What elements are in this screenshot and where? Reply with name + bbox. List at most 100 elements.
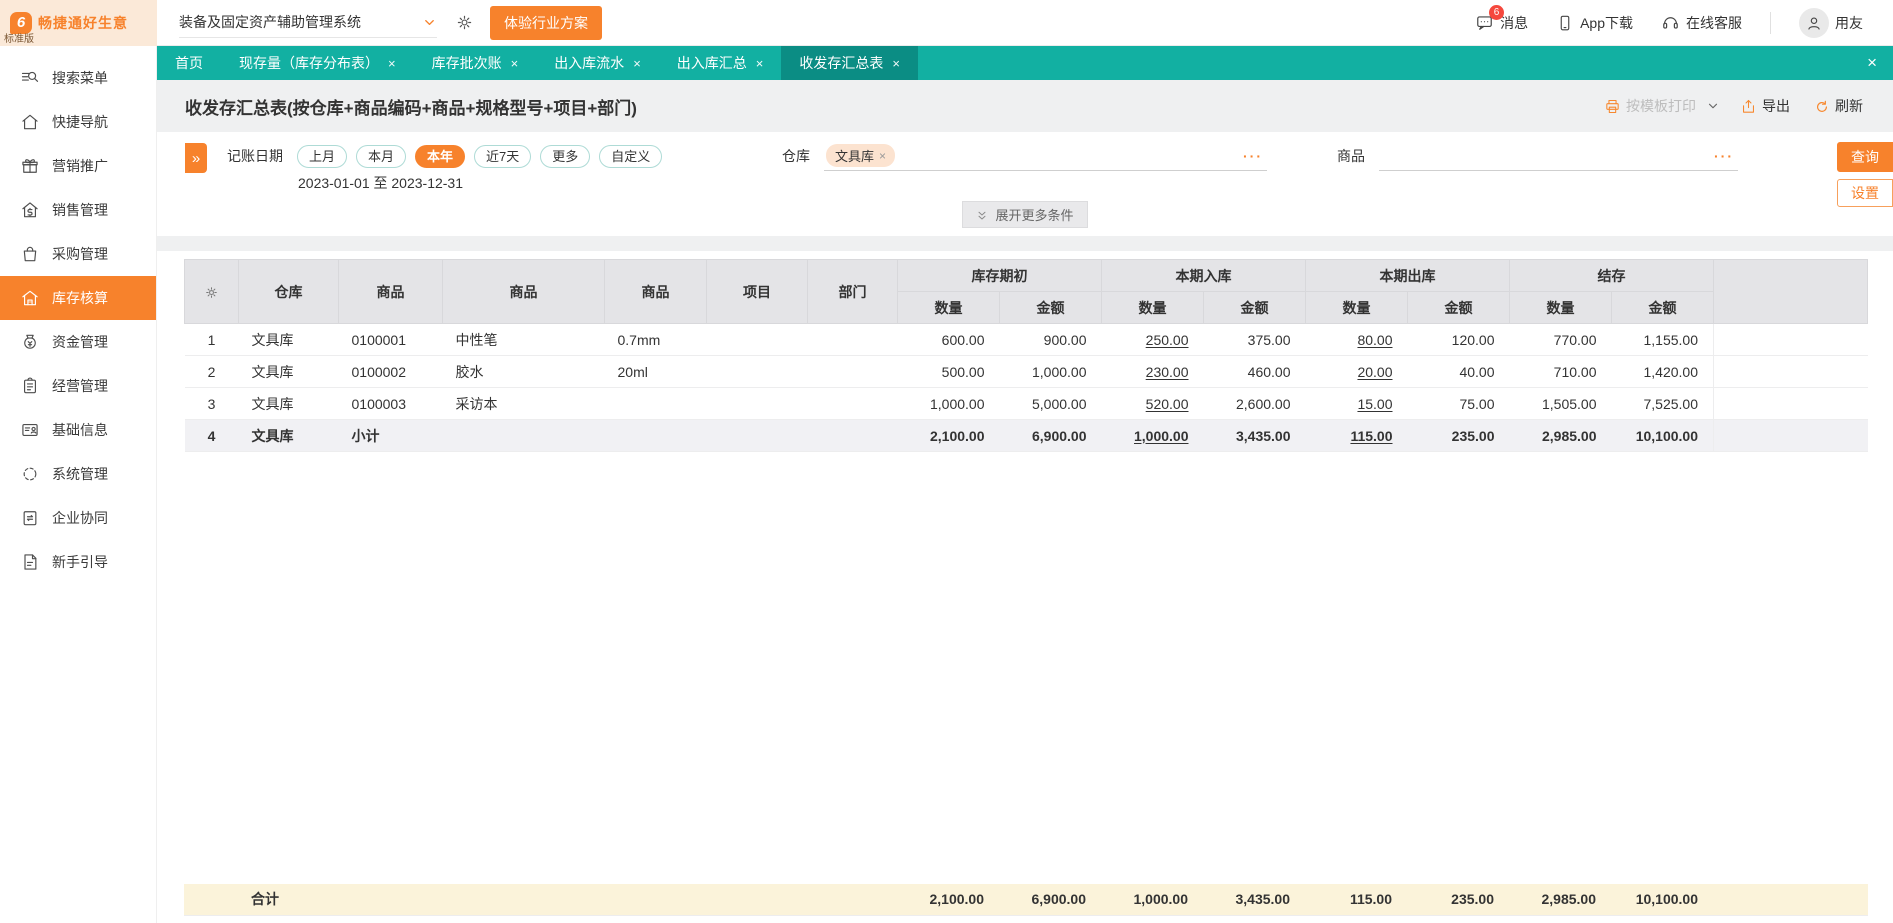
column-header[interactable]: 仓库 [238, 259, 339, 324]
column-settings-icon[interactable] [184, 259, 239, 324]
tab-6[interactable]: 收发存汇总表 × [781, 46, 918, 80]
value-cell[interactable]: 15.00 [1305, 387, 1408, 420]
total-value: 3,435.00 [1203, 883, 1305, 916]
sidebar-item-1[interactable]: 搜索菜单 [0, 56, 156, 100]
value-cell[interactable]: 230.00 [1101, 355, 1204, 388]
online-support-button[interactable]: 在线客服 [1661, 13, 1742, 33]
tab-4[interactable]: 出入库流水 × [536, 46, 659, 80]
drilldown-link[interactable]: 80.00 [1357, 332, 1392, 348]
sidebar-item-11[interactable]: 企业协同 [0, 496, 156, 540]
sidebar-item-4[interactable]: 销售管理 [0, 188, 156, 232]
sub-header[interactable]: 数量 [1101, 291, 1204, 324]
warehouse-input[interactable]: 文具库 × ··· [824, 144, 1267, 171]
date-pill-4[interactable]: 近7天 [474, 144, 532, 168]
sidebar-item-9[interactable]: 基础信息 [0, 408, 156, 452]
chevron-down-icon [1708, 103, 1718, 109]
tab-2[interactable]: 现存量（库存分布表） × [221, 46, 414, 80]
tab-close-icon[interactable]: × [756, 56, 764, 71]
sub-header[interactable]: 金额 [1203, 291, 1306, 324]
sidebar-item-label: 经营管理 [52, 378, 108, 394]
sidebar-item-7[interactable]: 资金管理 [0, 320, 156, 364]
sub-header[interactable]: 金额 [1611, 291, 1714, 324]
tab-close-icon[interactable]: × [633, 56, 641, 71]
gear-icon[interactable] [455, 13, 474, 32]
value-cell[interactable]: 520.00 [1101, 387, 1204, 420]
value-cell[interactable]: 250.00 [1101, 323, 1204, 356]
sidebar-item-12[interactable]: 新手引导 [0, 540, 156, 584]
value-cell: 900.00 [999, 323, 1102, 356]
sidebar-item-2[interactable]: 快捷导航 [0, 100, 156, 144]
sub-header[interactable]: 数量 [1305, 291, 1408, 324]
sidebar-item-8[interactable]: 经营管理 [0, 364, 156, 408]
print-by-template-button[interactable]: 按模板打印 [1604, 96, 1696, 116]
expand-more-conditions-button[interactable]: 展开更多条件 [962, 201, 1088, 228]
messages-button[interactable]: 消息 6 [1475, 4, 1528, 33]
system-select-dropdown[interactable]: 装备及固定资产辅助管理系统 [179, 8, 437, 38]
table-row-subtotal[interactable]: 4 文具库 小计 2,100.00 6,900.00 1,000.00 3,435.00 11… [184, 419, 1868, 452]
drilldown-link[interactable]: 115.00 [1350, 428, 1392, 444]
avatar [1799, 7, 1829, 38]
value-cell[interactable]: 115.00 [1305, 419, 1408, 452]
total-value: 2,100.00 [897, 883, 999, 916]
tab-bar: 首页 现存量（库存分布表） × 库存批次账 × 出入库流水 × 出入库汇总 × 收发存汇总表 × × [157, 46, 1893, 80]
date-pill-5[interactable]: 更多 [540, 144, 591, 168]
sub-header[interactable]: 数量 [1509, 291, 1612, 324]
print-options-chevron-icon[interactable] [1706, 99, 1720, 113]
date-range-value[interactable]: 2023-01-01 至 2023-12-31 [298, 173, 782, 193]
tab-close-icon[interactable]: × [892, 56, 900, 71]
cell: 0100003 [338, 387, 443, 420]
column-header[interactable]: 部门 [807, 259, 898, 324]
column-header[interactable]: 商品 [442, 259, 605, 324]
product-picker-ellipsis-icon[interactable]: ··· [1714, 149, 1734, 163]
sidebar-item-5[interactable]: 采购管理 [0, 232, 156, 276]
product-input[interactable]: ··· [1379, 144, 1738, 171]
value-cell: 3,435.00 [1203, 419, 1306, 452]
filler-cell [1713, 419, 1868, 452]
app-download-button[interactable]: App下载 [1556, 13, 1633, 33]
value-cell[interactable]: 80.00 [1305, 323, 1408, 356]
date-pill-6[interactable]: 自定义 [599, 144, 663, 168]
sidebar-item-10[interactable]: 系统管理 [0, 452, 156, 496]
tab-3[interactable]: 库存批次账 × [414, 46, 537, 80]
sub-header[interactable]: 数量 [897, 291, 1000, 324]
logo[interactable]: 6 畅捷通好生意 标准版 [0, 0, 157, 46]
sidebar-item-3[interactable]: 营销推广 [0, 144, 156, 188]
value-cell: 2,985.00 [1509, 419, 1612, 452]
close-all-tabs-button[interactable]: × [1851, 46, 1893, 80]
query-button[interactable]: 查询 [1837, 142, 1893, 172]
column-header[interactable]: 项目 [706, 259, 808, 324]
drilldown-link[interactable]: 1,000.00 [1134, 428, 1189, 444]
settings-button[interactable]: 设置 [1837, 179, 1893, 207]
warehouse-picker-ellipsis-icon[interactable]: ··· [1243, 149, 1263, 163]
drilldown-link[interactable]: 15.00 [1357, 396, 1392, 412]
value-cell[interactable]: 20.00 [1305, 355, 1408, 388]
date-pill-3[interactable]: 本年 [415, 144, 466, 168]
sidebar-item-6[interactable]: 库存核算 [0, 276, 156, 320]
date-pill-1[interactable]: 上月 [297, 144, 348, 168]
tab-label: 现存量（库存分布表） [239, 55, 379, 71]
drilldown-link[interactable]: 250.00 [1146, 332, 1189, 348]
table-row[interactable]: 3 文具库 0100003 采访本 1,000.00 5,000.00 520.00 2,60… [184, 387, 1868, 420]
refresh-button[interactable]: 刷新 [1814, 96, 1863, 116]
tab-5[interactable]: 出入库汇总 × [659, 46, 782, 80]
tab-1[interactable]: 首页 [157, 46, 221, 80]
drilldown-link[interactable]: 230.00 [1146, 364, 1189, 380]
sub-header[interactable]: 金额 [999, 291, 1102, 324]
tab-close-icon[interactable]: × [511, 56, 519, 71]
column-header[interactable]: 商品 [604, 259, 707, 324]
export-button[interactable]: 导出 [1740, 96, 1790, 116]
table-row[interactable]: 2 文具库 0100002 胶水 20ml 500.00 1,000.00 230.00 460… [184, 355, 1868, 388]
date-pill-2[interactable]: 本月 [356, 144, 407, 168]
sub-header[interactable]: 金额 [1407, 291, 1510, 324]
user-menu[interactable]: 用友 [1799, 7, 1863, 38]
value-cell[interactable]: 1,000.00 [1101, 419, 1204, 452]
column-header[interactable]: 商品 [338, 259, 443, 324]
remove-warehouse-tag-icon[interactable]: × [879, 149, 886, 163]
summary-table: 仓库 商品 商品 商品 项目 部门 库存期初 本期入库 本期出库 结存 数量 金额 数量 金额 数量 金额 数量… [184, 259, 1868, 452]
trial-industry-button[interactable]: 体验行业方案 [490, 5, 602, 40]
drilldown-link[interactable]: 520.00 [1146, 396, 1189, 412]
tab-close-icon[interactable]: × [388, 56, 396, 71]
collapse-filter-handle[interactable]: » [185, 143, 207, 173]
table-row[interactable]: 1 文具库 0100001 中性笔 0.7mm 600.00 900.00 250.00 375… [184, 323, 1868, 356]
drilldown-link[interactable]: 20.00 [1357, 364, 1392, 380]
